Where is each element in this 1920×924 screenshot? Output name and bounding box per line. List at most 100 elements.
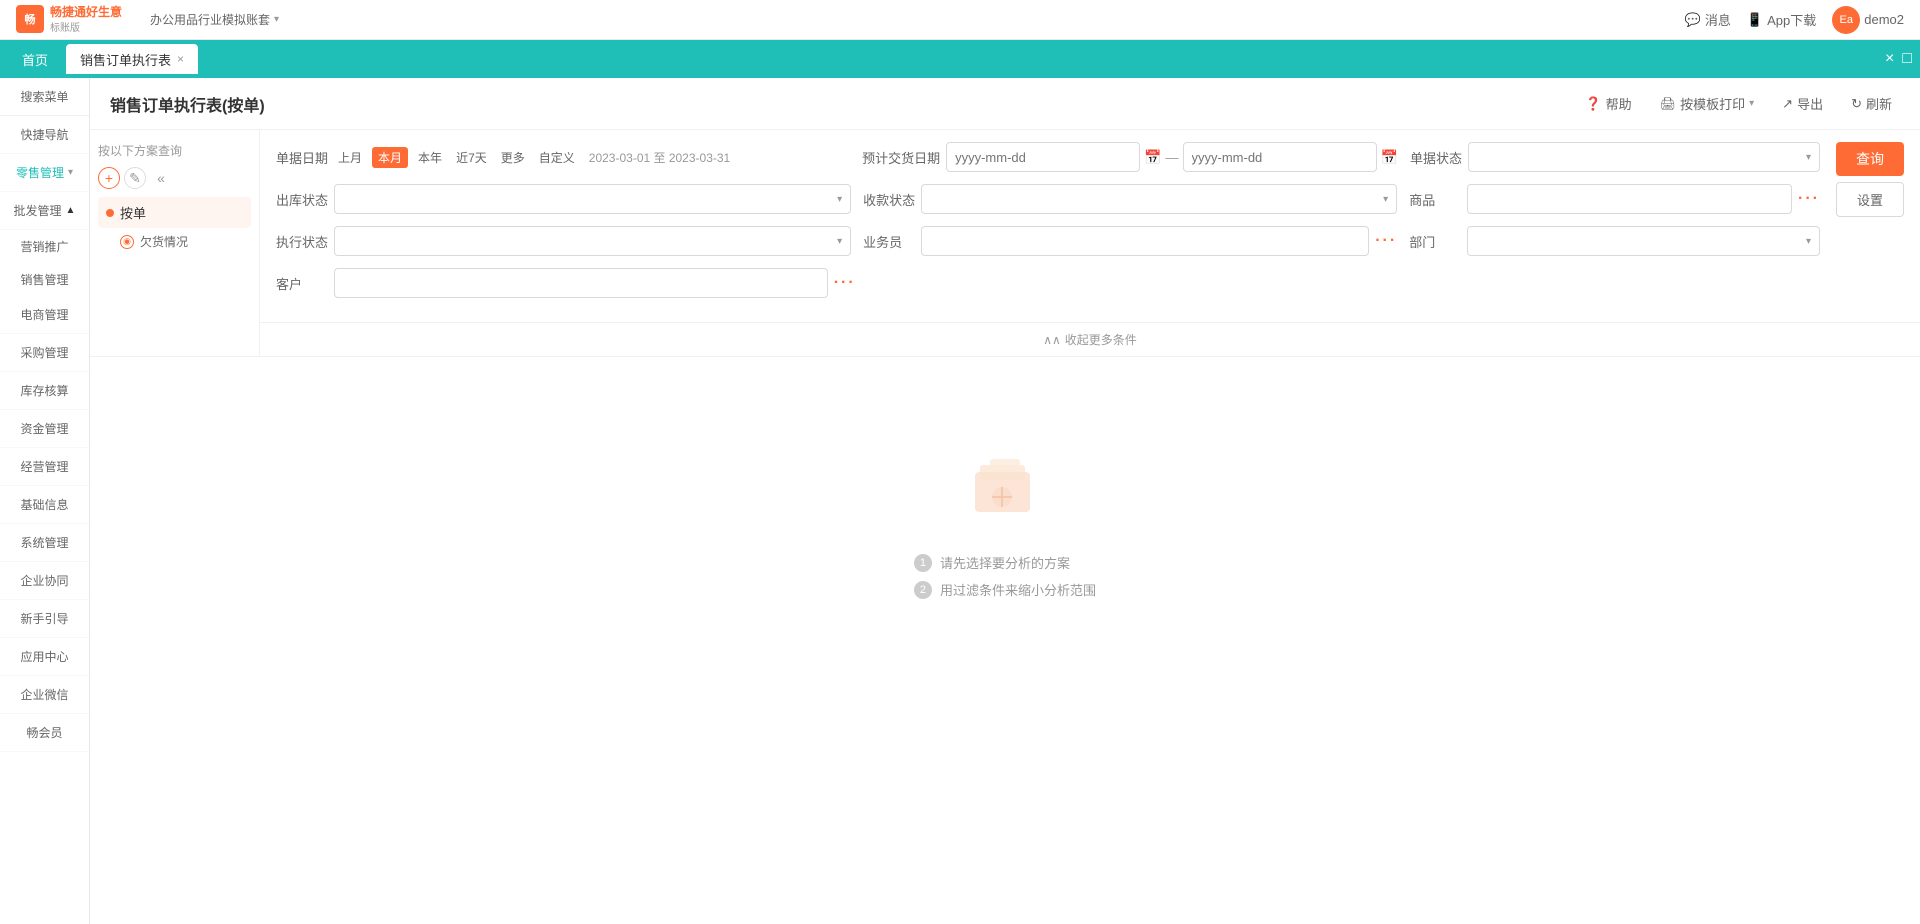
salesman-input[interactable] xyxy=(921,226,1369,256)
dept-select[interactable]: ▾ xyxy=(1467,226,1820,256)
date-tab-this-year[interactable]: 本年 xyxy=(414,147,446,168)
sidebar-item-finance[interactable]: 资金管理 xyxy=(0,410,89,448)
date-tab-this-month[interactable]: 本月 xyxy=(372,147,408,168)
date-cal-start-icon[interactable]: 📅 xyxy=(1144,149,1161,166)
filter-item-by-order[interactable]: 按单 xyxy=(98,197,251,228)
sidebar-item-appstore[interactable]: 应用中心 xyxy=(0,638,89,676)
setup-btn[interactable]: 设置 xyxy=(1836,182,1904,217)
window-maximize-btn[interactable]: □ xyxy=(1902,50,1912,68)
filter-field-out-status: 出库状态 ▾ xyxy=(276,184,851,214)
sidebar-item-ecommerce[interactable]: 电商管理 xyxy=(0,296,89,334)
sidebar-search-label[interactable]: 搜索菜单 xyxy=(8,88,81,105)
logo-icon: 畅 xyxy=(16,5,44,33)
filter-collapse-btn[interactable]: « xyxy=(150,167,172,189)
date-tab-last7[interactable]: 近7天 xyxy=(452,147,491,168)
sidebar-item-inventory[interactable]: 库存核算 xyxy=(0,372,89,410)
empty-state: 1 请先选择要分析的方案 2 用过滤条件来缩小分析范围 xyxy=(90,357,1920,679)
logo-title: 畅捷通好生意 xyxy=(50,5,122,19)
filter-field-order-status: 单据状态 ▾ xyxy=(1410,142,1820,172)
help-icon: ❓ xyxy=(1585,96,1601,112)
sidebar-item-newbie[interactable]: 新手引导 xyxy=(0,600,89,638)
out-status-label: 出库状态 xyxy=(276,190,328,209)
sidebar-item-marketing[interactable]: 营销推广 xyxy=(0,230,89,263)
print-dropdown-icon: ▾ xyxy=(1749,98,1754,109)
refresh-btn[interactable]: ↻ 刷新 xyxy=(1843,90,1900,117)
collapse-bar[interactable]: ∧∧ 收起更多条件 xyxy=(260,322,1920,356)
message-btn[interactable]: 💬 消息 xyxy=(1685,10,1731,29)
filter-container: 按以下方案查询 + ✎ « 按单 xyxy=(90,130,1920,357)
goods-input[interactable] xyxy=(1467,184,1792,214)
tip-num-1: 1 xyxy=(914,554,932,572)
customer-picker-btn[interactable]: ··· xyxy=(834,274,856,292)
export-icon: ↗ xyxy=(1782,96,1793,112)
filter-item-arrears[interactable]: ◉ 欠货情况 xyxy=(98,228,251,255)
sidebar-item-operation[interactable]: 经营管理 xyxy=(0,448,89,486)
sidebar-item-member[interactable]: 畅会员 xyxy=(0,714,89,752)
top-header: 畅 畅捷通好生意 标账版 办公用品行业模拟账套 ▾ 💬 消息 📱 App下载 E… xyxy=(0,0,1920,40)
order-status-label: 单据状态 xyxy=(1410,148,1462,167)
header-left: 畅 畅捷通好生意 标账版 办公用品行业模拟账套 ▾ xyxy=(16,5,279,34)
expected-date-end[interactable] xyxy=(1183,142,1377,172)
sidebar-item-purchase[interactable]: 采购管理 xyxy=(0,334,89,372)
wholesale-arrow-icon: ▲ xyxy=(66,205,76,216)
filter-add-btn[interactable]: + xyxy=(98,167,120,189)
account-dropdown[interactable]: 办公用品行业模拟账套 ▾ xyxy=(150,11,279,28)
sidebar-item-system[interactable]: 系统管理 xyxy=(0,524,89,562)
filter-row-1: 单据日期 上月 本月 本年 近7天 更多 自定义 2023-03-01 至 20… xyxy=(276,142,1820,172)
customer-input[interactable] xyxy=(334,268,828,298)
filter-field-expected-date: 预计交货日期 📅 — 📅 xyxy=(862,142,1398,172)
retail-arrow-icon: ▾ xyxy=(68,167,73,178)
sidebar-item-enterprise[interactable]: 企业协同 xyxy=(0,562,89,600)
tab-home[interactable]: 首页 xyxy=(8,44,62,74)
tab-bar-right: × □ xyxy=(1885,50,1912,68)
message-icon: 💬 xyxy=(1685,12,1701,28)
tab-close-icon[interactable]: × xyxy=(177,52,184,66)
filter-row-2: 出库状态 ▾ 收款状态 xyxy=(276,184,1820,214)
exec-status-label: 执行状态 xyxy=(276,232,328,251)
date-tab-custom[interactable]: 自定义 xyxy=(535,147,579,168)
sidebar-item-wechat[interactable]: 企业微信 xyxy=(0,676,89,714)
sidebar-item-basic[interactable]: 基础信息 xyxy=(0,486,89,524)
sidebar-item-wholesale[interactable]: 批发管理 ▲ xyxy=(0,192,89,230)
page-title: 销售订单执行表(按单) xyxy=(110,92,265,116)
collapse-up-icon: ∧∧ xyxy=(1043,333,1061,347)
exec-status-select[interactable]: ▾ xyxy=(334,226,851,256)
filter-field-dept: 部门 ▾ xyxy=(1409,226,1820,256)
sidebar-search[interactable]: 搜索菜单 xyxy=(0,78,89,116)
tab-sales-order-exec[interactable]: 销售订单执行表 × xyxy=(66,44,198,74)
expected-date-label: 预计交货日期 xyxy=(862,148,940,167)
help-btn[interactable]: ❓ 帮助 xyxy=(1577,90,1639,117)
filter-sidebar: 按以下方案查询 + ✎ « 按单 xyxy=(90,130,260,356)
salesman-picker-btn[interactable]: ··· xyxy=(1375,232,1397,250)
print-btn[interactable]: 🖨 按模板打印 ▾ xyxy=(1652,90,1763,117)
filter-field-salesman: 业务员 ··· xyxy=(863,226,1397,256)
payment-status-select[interactable]: ▾ xyxy=(921,184,1397,214)
date-cal-end-icon[interactable]: 📅 xyxy=(1381,149,1398,166)
salesman-label: 业务员 xyxy=(863,232,915,251)
order-status-select[interactable]: ▾ xyxy=(1468,142,1820,172)
sidebar-item-retail[interactable]: 零售管理 ▾ xyxy=(0,154,89,192)
logo-text-area: 畅捷通好生意 标账版 xyxy=(50,5,122,34)
query-btn[interactable]: 查询 xyxy=(1836,142,1904,176)
user-menu[interactable]: Ea demo2 xyxy=(1832,6,1904,34)
date-tab-last-month[interactable]: 上月 xyxy=(334,147,366,168)
date-tab-more[interactable]: 更多 xyxy=(497,147,529,168)
sidebar-item-quicknav[interactable]: 快捷导航 xyxy=(0,116,89,154)
out-status-select[interactable]: ▾ xyxy=(334,184,851,214)
account-dropdown-chevron: ▾ xyxy=(274,14,279,25)
sidebar-item-sales[interactable]: 销售管理 xyxy=(0,263,89,296)
export-btn[interactable]: ↗ 导出 xyxy=(1774,90,1831,117)
filter-active-dot xyxy=(106,209,114,217)
expected-date-start[interactable] xyxy=(946,142,1140,172)
dept-chevron: ▾ xyxy=(1806,236,1811,247)
page-actions: ❓ 帮助 🖨 按模板打印 ▾ ↗ 导出 ↻ 刷新 xyxy=(1577,90,1900,117)
filter-row-4: 客户 ··· xyxy=(276,268,1820,298)
refresh-icon: ↻ xyxy=(1851,96,1862,112)
app-download-btn[interactable]: 📱 App下载 xyxy=(1747,10,1816,29)
tip-num-2: 2 xyxy=(914,581,932,599)
filter-edit-btn[interactable]: ✎ xyxy=(124,167,146,189)
window-close-btn[interactable]: × xyxy=(1885,50,1894,68)
payment-status-label: 收款状态 xyxy=(863,190,915,209)
date-range-text: 2023-03-01 至 2023-03-31 xyxy=(589,149,730,166)
goods-picker-btn[interactable]: ··· xyxy=(1798,190,1820,208)
